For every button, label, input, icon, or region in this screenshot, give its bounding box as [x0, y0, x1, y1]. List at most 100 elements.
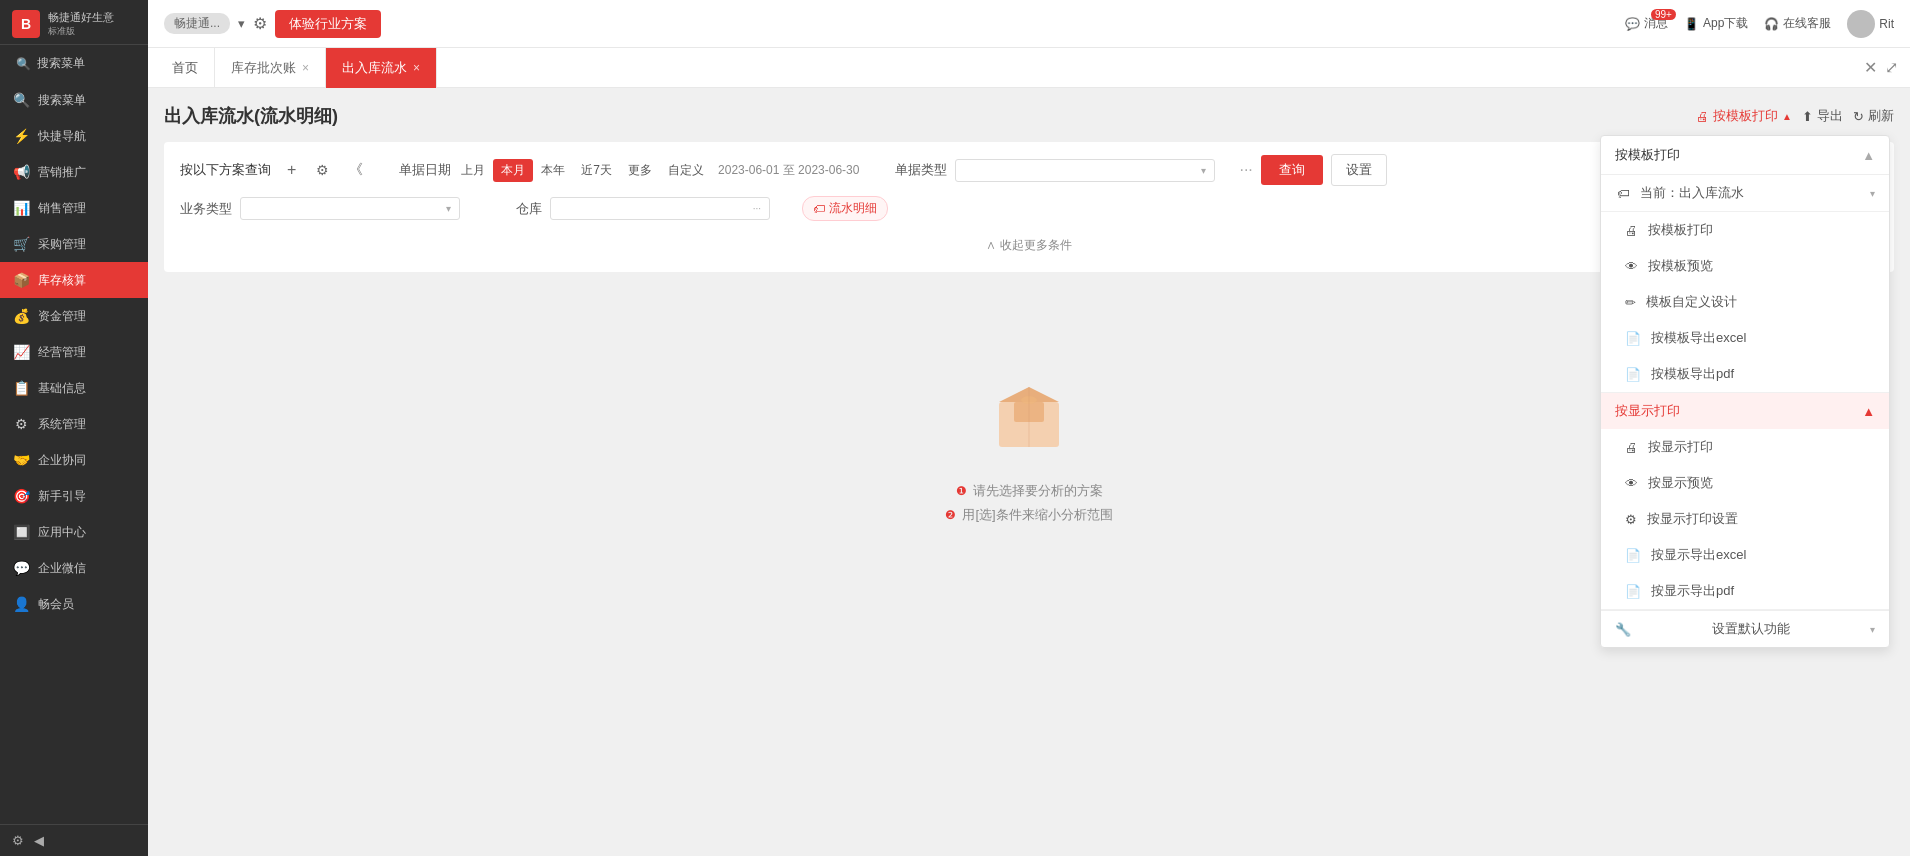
refresh-label: 刷新 [1868, 107, 1894, 125]
tab-batch-close[interactable]: × [302, 61, 309, 75]
sidebar-item-sales[interactable]: 📊 销售管理 [0, 190, 148, 226]
refresh-button[interactable]: ↻ 刷新 [1853, 107, 1894, 125]
sidebar-label-finance: 资金管理 [38, 308, 86, 325]
filter-section-label: 按以下方案查询 [180, 161, 271, 179]
search-menu-button[interactable]: 🔍 搜索菜单 [10, 51, 138, 76]
page-header: 出入库流水(流水明细) 🖨 按模板打印 ▲ ⬆ 导出 ↻ 刷新 [164, 104, 1894, 128]
display-section-header[interactable]: 按显示打印 ▲ [1601, 393, 1889, 429]
dropdown-display-preview[interactable]: 👁 按显示预览 [1601, 465, 1889, 501]
dropdown-template-pdf[interactable]: 📄 按模板导出pdf [1601, 356, 1889, 392]
user-avatar-area[interactable]: Rit [1847, 10, 1894, 38]
filter-tag[interactable]: 🏷 流水明细 [802, 196, 888, 221]
sidebar-item-finance[interactable]: 💰 资金管理 [0, 298, 148, 334]
display-excel-icon: 📄 [1625, 548, 1641, 563]
date-year[interactable]: 本年 [533, 159, 573, 182]
dropdown-template-preview[interactable]: 👁 按模板预览 [1601, 248, 1889, 284]
date-week7[interactable]: 近7天 [573, 159, 620, 182]
voucher-type-select[interactable]: ▾ [955, 159, 1215, 182]
voucher-type-group: 单据类型 ▾ [895, 159, 1215, 182]
sidebar-item-marketing[interactable]: 📢 营销推广 [0, 154, 148, 190]
voucher-type-label: 单据类型 [895, 161, 947, 179]
sidebar-item-shortcut[interactable]: ⚡ 快捷导航 [0, 118, 148, 154]
sidebar-label-inventory: 库存核算 [38, 272, 86, 289]
tabbar-actions: ✕ ⤢ [1864, 58, 1910, 77]
footer-arrow: ▾ [1870, 624, 1875, 635]
settings-gear-icon[interactable]: ⚙ [253, 14, 267, 33]
collapse-filter-button[interactable]: ∧ 收起更多条件 [986, 237, 1071, 254]
date-current-month[interactable]: 本月 [493, 159, 533, 182]
sidebar-icon-inventory: 📦 [12, 271, 30, 289]
dropdown-display-excel[interactable]: 📄 按显示导出excel [1601, 537, 1889, 573]
template-preview-label: 按模板预览 [1648, 257, 1713, 275]
dropdown-display-print[interactable]: 🖨 按显示打印 [1601, 429, 1889, 465]
app-download-label: App下载 [1703, 15, 1748, 32]
business-type-select[interactable]: ▾ [240, 197, 460, 220]
filter-add-icon[interactable]: + [287, 161, 296, 179]
print-template-arrow[interactable]: ▲ [1782, 111, 1792, 122]
sidebar-item-appcenter[interactable]: 🔲 应用中心 [0, 514, 148, 550]
trial-button[interactable]: 体验行业方案 [275, 10, 381, 38]
tab-expand-icon[interactable]: ⤢ [1885, 58, 1898, 77]
dropdown-display-pdf[interactable]: 📄 按显示导出pdf [1601, 573, 1889, 609]
sidebar-label-guide: 新手引导 [38, 488, 86, 505]
template-pdf-label: 按模板导出pdf [1651, 365, 1734, 383]
message-button[interactable]: 💬 消息 99+ [1625, 15, 1668, 32]
dropdown-display-settings[interactable]: ⚙ 按显示打印设置 [1601, 501, 1889, 537]
app-download-button[interactable]: 📱 App下载 [1684, 15, 1748, 32]
export-button[interactable]: ⬆ 导出 [1802, 107, 1843, 125]
tab-home-label: 首页 [172, 59, 198, 77]
avatar [1847, 10, 1875, 38]
sidebar-item-operations[interactable]: 📈 经营管理 [0, 334, 148, 370]
sidebar-item-search[interactable]: 🔍 搜索菜单 [0, 82, 148, 118]
date-filter-group: 单据日期 上月 本月 本年 近7天 更多 自定义 2023-06-01 至 20… [399, 159, 859, 182]
tabbar: 首页 库存批次账 × 出入库流水 × ✕ ⤢ [148, 48, 1910, 88]
tab-close-all-icon[interactable]: ✕ [1864, 58, 1877, 77]
tab-flow-close[interactable]: × [413, 61, 420, 75]
warehouse-select[interactable]: ··· [550, 197, 770, 220]
table-settings-button[interactable]: 设置 [1331, 154, 1387, 186]
print-template-button[interactable]: 🖨 按模板打印 ▲ [1696, 107, 1792, 125]
dropdown-template-print[interactable]: 🖨 按模板打印 [1601, 212, 1889, 248]
user-dropdown-icon[interactable]: ▾ [238, 16, 245, 31]
tab-home[interactable]: 首页 [156, 48, 215, 88]
online-service-button[interactable]: 🎧 在线客服 [1764, 15, 1831, 32]
sidebar-logo: B 畅捷通好生意 标准版 [0, 0, 148, 45]
date-more[interactable]: 更多 [620, 159, 660, 182]
sidebar-item-cooperation[interactable]: 🤝 企业协同 [0, 442, 148, 478]
query-action-area: ··· 查询 设置 [1239, 154, 1386, 186]
user-selector[interactable]: 畅捷通... [164, 13, 230, 34]
date-prev-month[interactable]: 上月 [453, 159, 493, 182]
dropdown-current[interactable]: 🏷 当前：出入库流水 ▾ [1601, 175, 1889, 211]
dropdown-template-excel[interactable]: 📄 按模板导出excel [1601, 320, 1889, 356]
app-download-icon: 📱 [1684, 17, 1699, 31]
filter-settings-icon[interactable]: ⚙ [316, 162, 329, 178]
footer-settings-icon[interactable]: ⚙ [12, 833, 24, 848]
date-custom[interactable]: 自定义 [660, 159, 712, 182]
sidebar-item-wechat[interactable]: 💬 企业微信 [0, 550, 148, 586]
template-print-label: 按模板打印 [1648, 221, 1713, 239]
dropdown-template-custom[interactable]: ✏ 模板自定义设计 [1601, 284, 1889, 320]
sidebar-item-system[interactable]: ⚙ 系统管理 [0, 406, 148, 442]
tab-batch[interactable]: 库存批次账 × [215, 48, 326, 88]
warehouse-arrow: ··· [753, 203, 761, 214]
footer-collapse-icon[interactable]: ◀ [34, 833, 44, 848]
sidebar-item-basic[interactable]: 📋 基础信息 [0, 370, 148, 406]
sidebar-label-appcenter: 应用中心 [38, 524, 86, 541]
more-options-icon[interactable]: ··· [1239, 161, 1252, 179]
filter-collapse-icon[interactable]: 《 [349, 161, 363, 179]
topbar-left: 畅捷通... ▾ ⚙ 体验行业方案 [164, 10, 1615, 38]
tab-batch-label: 库存批次账 [231, 59, 296, 77]
query-button[interactable]: 查询 [1261, 155, 1323, 185]
sidebar-item-member[interactable]: 👤 畅会员 [0, 586, 148, 622]
sidebar-item-guide[interactable]: 🎯 新手引导 [0, 478, 148, 514]
sidebar-item-inventory[interactable]: 📦 库存核算 [0, 262, 148, 298]
dropdown-footer[interactable]: 🔧 设置默认功能 ▾ [1601, 610, 1889, 647]
dropdown-header-arrow[interactable]: ▲ [1862, 148, 1875, 163]
sidebar-icon-sales: 📊 [12, 199, 30, 217]
sidebar-label-basic: 基础信息 [38, 380, 86, 397]
export-label: 导出 [1817, 107, 1843, 125]
sidebar-item-purchase[interactable]: 🛒 采购管理 [0, 226, 148, 262]
sidebar-icon-system: ⚙ [12, 415, 30, 433]
business-type-arrow: ▾ [446, 203, 451, 214]
tab-flow[interactable]: 出入库流水 × [326, 48, 437, 88]
